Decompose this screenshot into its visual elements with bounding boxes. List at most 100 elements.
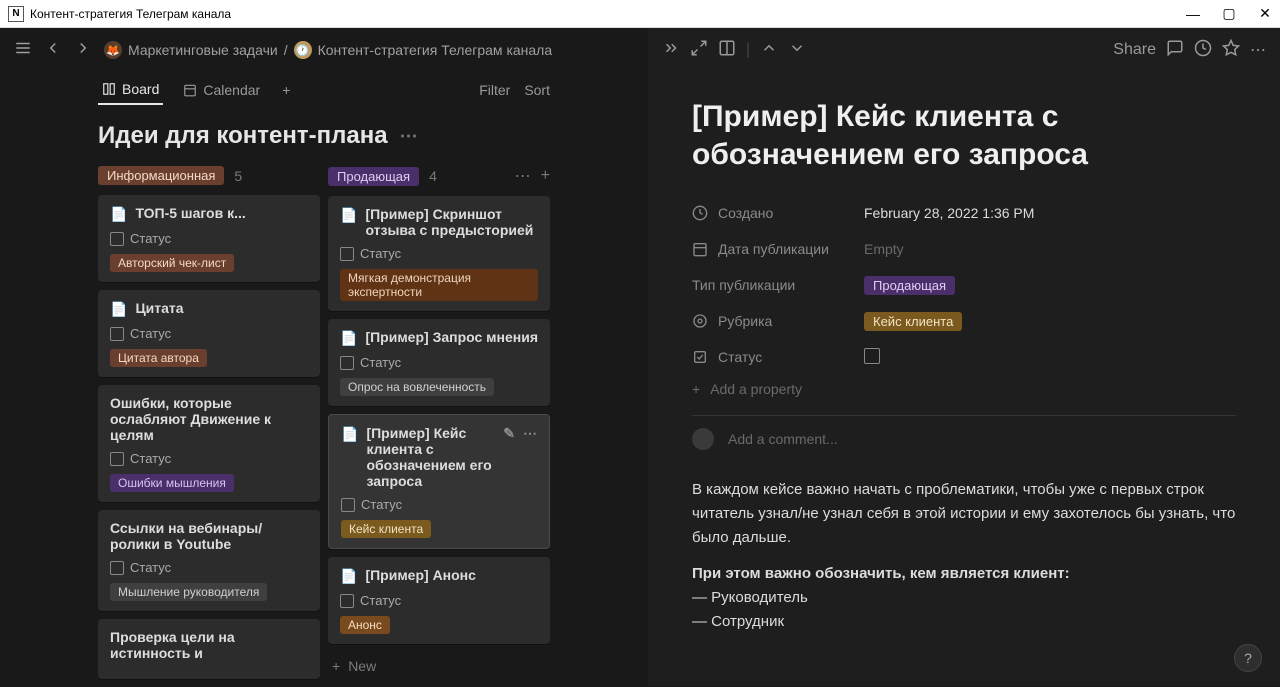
board-card[interactable]: Проверка цели на истинность и: [98, 619, 320, 679]
board-card-selected[interactable]: 📄 [Пример] Кейс клиента с обозначением е…: [328, 414, 550, 549]
comments-icon[interactable]: [1166, 39, 1184, 62]
board-card[interactable]: 📄Цитата Статус Цитата автора: [98, 290, 320, 377]
column-more-icon[interactable]: ⋯: [515, 166, 531, 186]
card-title: Ошибки, которые ослабляют Движение к цел…: [110, 395, 308, 443]
tab-calendar-label: Calendar: [203, 82, 260, 98]
checkbox-icon[interactable]: [341, 498, 355, 512]
plus-icon: +: [692, 381, 700, 397]
nav-back-icon[interactable]: [44, 39, 62, 62]
checkbox-icon[interactable]: [110, 232, 124, 246]
board-more-icon[interactable]: ⋯: [400, 126, 418, 147]
board-card[interactable]: 📄 [Пример] Скриншот отзыва с предысторией…: [328, 196, 550, 311]
property-publication-date[interactable]: Дата публикации Empty: [692, 231, 1236, 267]
card-badge: Цитата автора: [110, 349, 207, 367]
page-icon: 📄: [340, 330, 357, 347]
new-card-button[interactable]: + New: [328, 652, 550, 680]
checkbox-icon[interactable]: [340, 594, 354, 608]
board-card[interactable]: Ссылки на вебинары/ролики в Youtube Стат…: [98, 510, 320, 611]
property-value-empty: Empty: [864, 241, 904, 257]
body-strong: При этом важно обозначить, кем является …: [692, 565, 1070, 582]
board-title: Идеи для контент-плана: [98, 122, 388, 150]
property-value-tag: Продающая: [864, 276, 955, 295]
card-status: Статус: [130, 560, 171, 575]
body-line: — Сотрудник: [692, 613, 784, 630]
edit-icon[interactable]: ✎: [503, 425, 515, 442]
add-comment-row[interactable]: Add a comment...: [692, 428, 1236, 450]
property-publication-type[interactable]: Тип публикации Продающая: [692, 267, 1236, 303]
updates-icon[interactable]: [1194, 39, 1212, 62]
card-status: Статус: [360, 593, 401, 608]
sort-button[interactable]: Sort: [524, 82, 550, 98]
tab-calendar[interactable]: Calendar: [179, 76, 264, 104]
card-badge: Анонс: [340, 616, 390, 634]
expand-icon[interactable]: [690, 39, 708, 62]
card-title: Ссылки на вебинары/ролики в Youtube: [110, 520, 308, 552]
board-card[interactable]: Ошибки, которые ослабляют Движение к цел…: [98, 385, 320, 502]
property-status[interactable]: Статус: [692, 339, 1236, 375]
column-tag[interactable]: Информационная: [98, 166, 224, 185]
breadcrumb-icon-2: 🕐: [294, 41, 312, 59]
column-add-icon[interactable]: +: [541, 167, 550, 185]
property-rubric[interactable]: Рубрика Кейс клиента: [692, 303, 1236, 339]
card-title: ТОП-5 шагов к...: [135, 205, 245, 221]
nav-down-icon[interactable]: [788, 39, 806, 62]
board-card[interactable]: 📄ТОП-5 шагов к... Статус Авторский чек-л…: [98, 195, 320, 282]
checkbox-icon[interactable]: [110, 561, 124, 575]
page-body[interactable]: В каждом кейсе важно начать с проблемати…: [692, 478, 1236, 634]
column-count: 4: [429, 168, 437, 184]
page-icon: 📄: [341, 426, 358, 443]
hamburger-icon[interactable]: [14, 39, 32, 62]
board-card[interactable]: 📄[Пример] Запрос мнения Статус Опрос на …: [328, 319, 550, 406]
card-title: [Пример] Скриншот отзыва с предысторией: [365, 206, 538, 238]
status-checkbox[interactable]: [864, 348, 880, 364]
board-column-selling: Продающая 4 ⋯ + 📄 [Пример] Скриншот отзыв…: [328, 160, 550, 687]
filter-button[interactable]: Filter: [479, 82, 510, 98]
body-line: — Руководитель: [692, 589, 808, 606]
breadcrumb-item-2[interactable]: Контент-стратегия Телеграм канала: [318, 42, 553, 58]
card-title: [Пример] Запрос мнения: [365, 329, 538, 345]
page-title[interactable]: [Пример] Кейс клиента с обозначением его…: [692, 98, 1236, 173]
tab-board-label: Board: [122, 81, 159, 97]
app-icon: N: [8, 6, 24, 22]
board-column-info: Информационная 5 📄ТОП-5 шагов к... Стату…: [98, 160, 320, 687]
breadcrumb-icon-1: 🦊: [104, 41, 122, 59]
body-paragraph: В каждом кейсе важно начать с проблемати…: [692, 478, 1236, 550]
add-view-icon[interactable]: +: [282, 82, 290, 98]
card-status: Статус: [130, 326, 171, 341]
nav-forward-icon[interactable]: [74, 39, 92, 62]
card-badge: Авторский чек-лист: [110, 254, 234, 272]
window-close-icon[interactable]: ✕: [1258, 7, 1272, 21]
help-button[interactable]: ?: [1234, 644, 1262, 672]
page-more-icon[interactable]: ⋯: [1250, 40, 1266, 60]
property-label: Статус: [718, 349, 762, 365]
card-badge: Мышление руководителя: [110, 583, 267, 601]
breadcrumb-item-1[interactable]: Маркетинговые задачи: [128, 42, 278, 58]
property-value-tag: Кейс клиента: [864, 312, 962, 331]
favorite-icon[interactable]: [1222, 39, 1240, 62]
new-card-label: New: [348, 658, 376, 674]
card-badge: Ошибки мышления: [110, 474, 234, 492]
card-status: Статус: [360, 355, 401, 370]
card-more-icon[interactable]: ⋯: [523, 425, 537, 442]
checkbox-icon[interactable]: [340, 356, 354, 370]
page-icon: 📄: [340, 568, 357, 585]
column-tag[interactable]: Продающая: [328, 167, 419, 186]
window-maximize-icon[interactable]: ▢: [1222, 7, 1236, 21]
checkbox-icon[interactable]: [110, 327, 124, 341]
column-count: 5: [234, 168, 242, 184]
share-button[interactable]: Share: [1113, 41, 1156, 59]
add-property-button[interactable]: + Add a property: [692, 381, 1236, 397]
page-icon: 📄: [340, 207, 357, 224]
board-card[interactable]: 📄 [Пример] Анонс Статус Анонс: [328, 557, 550, 644]
checkbox-icon[interactable]: [110, 452, 124, 466]
tab-board[interactable]: Board: [98, 75, 163, 105]
property-created[interactable]: Создано February 28, 2022 1:36 PM: [692, 195, 1236, 231]
breadcrumb-separator: /: [284, 42, 288, 58]
card-title: [Пример] Анонс: [365, 567, 476, 583]
peek-mode-icon[interactable]: [718, 39, 736, 62]
nav-up-icon[interactable]: [760, 39, 778, 62]
avatar: [692, 428, 714, 450]
window-minimize-icon[interactable]: —: [1186, 7, 1200, 21]
checkbox-icon[interactable]: [340, 247, 354, 261]
chevron-right-double-icon[interactable]: [662, 39, 680, 62]
